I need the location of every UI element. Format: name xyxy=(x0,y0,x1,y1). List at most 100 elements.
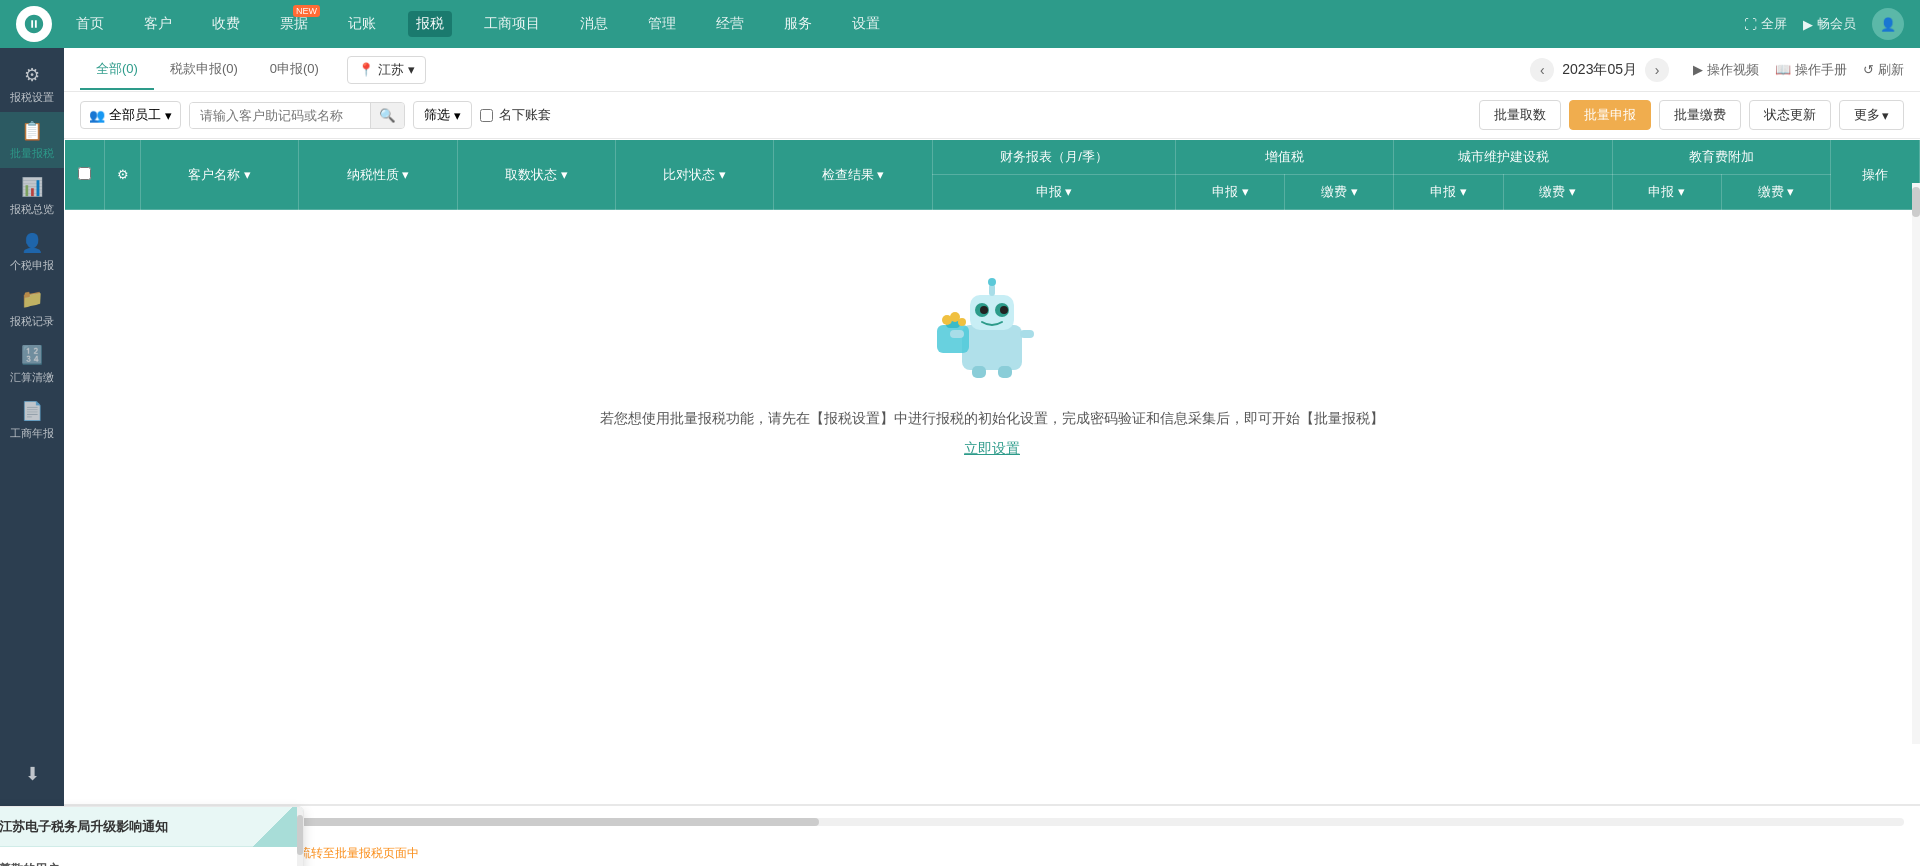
batch-fetch-btn[interactable]: 批量取数 xyxy=(1479,100,1561,130)
col-check-result: 检查结果 ▾ xyxy=(774,140,932,210)
edu-report-filter-icon[interactable]: ▾ xyxy=(1678,184,1685,199)
filter-chevron-icon: ▾ xyxy=(454,108,461,123)
download-icon: ⬇ xyxy=(25,763,40,785)
empty-state: 若您想使用批量报税功能，请先在【报税设置】中进行报税的初始化设置，完成密码验证和… xyxy=(65,210,1920,498)
search-wrapper: 🔍 xyxy=(189,102,405,129)
col-vat: 增值税 xyxy=(1176,140,1394,175)
search-button[interactable]: 🔍 xyxy=(370,103,404,128)
fullscreen-btn[interactable]: ⛶ 全屏 xyxy=(1744,15,1787,33)
city-pay-filter-icon[interactable]: ▾ xyxy=(1569,184,1576,199)
nav-bookkeeping[interactable]: 记账 xyxy=(340,11,384,37)
next-month-btn[interactable]: › xyxy=(1645,58,1669,82)
svg-rect-16 xyxy=(998,366,1012,378)
tax-nature-filter-icon[interactable]: ▾ xyxy=(402,167,409,182)
tab-all[interactable]: 全部(0) xyxy=(80,50,154,90)
horizontal-scrollbar[interactable] xyxy=(96,818,1904,826)
nav-management[interactable]: 管理 xyxy=(640,11,684,37)
nav-tax[interactable]: 报税 xyxy=(408,11,452,37)
notification-greeting: 尊敬的用户: xyxy=(0,859,289,866)
svg-rect-13 xyxy=(950,330,964,338)
edu-pay-filter-icon[interactable]: ▾ xyxy=(1787,184,1794,199)
sidebar-item-tax-settings[interactable]: ⚙ 报税设置 xyxy=(0,56,64,112)
refresh-icon: ↺ xyxy=(1863,62,1874,77)
refresh-link[interactable]: ↺ 刷新 xyxy=(1863,61,1904,79)
member-btn[interactable]: ▶ 畅会员 xyxy=(1803,15,1856,33)
video-icon: ▶ xyxy=(1693,62,1703,77)
sidebar-item-batch-tax[interactable]: 📋 批量报税 xyxy=(0,112,64,168)
vat-report-filter-icon[interactable]: ▾ xyxy=(1242,184,1249,199)
table-scrollbar[interactable] xyxy=(1912,183,1920,744)
svg-rect-0 xyxy=(962,325,1022,370)
tab-zero-declaration[interactable]: 0申报(0) xyxy=(254,50,335,90)
fullscreen-icon: ⛶ xyxy=(1744,17,1757,32)
notification-scrollbar[interactable] xyxy=(297,807,303,866)
nav-invoice[interactable]: 票据 NEW xyxy=(272,11,316,37)
nav-home[interactable]: 首页 xyxy=(68,11,112,37)
filter-icon[interactable]: ▾ xyxy=(244,167,251,182)
region-selector[interactable]: 📍 江苏 ▾ xyxy=(347,56,426,84)
vat-pay-filter-icon[interactable]: ▾ xyxy=(1351,184,1358,199)
notification-scrollbar-thumb xyxy=(297,815,303,855)
prev-month-btn[interactable]: ‹ xyxy=(1530,58,1554,82)
col-city-construction: 城市维护建设税 xyxy=(1394,140,1612,175)
more-btn[interactable]: 更多 ▾ xyxy=(1839,100,1904,130)
operation-manual-link[interactable]: 📖 操作手册 xyxy=(1775,61,1847,79)
content-area: 全部(0) 税款申报(0) 0申报(0) 📍 江苏 ▾ ‹ 2023年05月 ›… xyxy=(64,48,1920,866)
nav-settings[interactable]: 设置 xyxy=(844,11,888,37)
batch-report-btn[interactable]: 批量申报 xyxy=(1569,100,1651,130)
compare-filter-icon[interactable]: ▾ xyxy=(719,167,726,182)
fetch-filter-icon[interactable]: ▾ xyxy=(561,167,568,182)
sidebar-item-tax-overview[interactable]: 📊 报税总览 xyxy=(0,168,64,224)
data-table: ⚙ 客户名称 ▾ 纳税性质 ▾ 取数状态 ▾ xyxy=(64,139,1920,498)
nav-operation[interactable]: 经营 xyxy=(708,11,752,37)
dropdown-icon: ▾ xyxy=(165,108,172,123)
sidebar-item-download[interactable]: ⬇ xyxy=(0,746,64,802)
col-education-surcharge: 教育费附加 xyxy=(1612,140,1830,175)
svg-point-3 xyxy=(980,306,988,314)
nav-fee[interactable]: 收费 xyxy=(204,11,248,37)
sidebar-item-annual-report[interactable]: 📄 工商年报 xyxy=(0,392,64,448)
notification-panel: 江苏电子税务局升级影响通知 ✕ 尊敬的用户: 受当前电子税务局进一步升级的影响，… xyxy=(0,806,304,866)
settings-icon[interactable]: ⚙ xyxy=(117,167,129,182)
svg-rect-15 xyxy=(972,366,986,378)
operation-video-link[interactable]: ▶ 操作视频 xyxy=(1693,61,1759,79)
svg-point-12 xyxy=(958,318,966,326)
col-edu-report: 申报 ▾ xyxy=(1612,175,1721,210)
employee-icon: 👥 xyxy=(89,108,105,123)
col-edu-pay: 缴费 ▾ xyxy=(1721,175,1830,210)
svg-rect-8 xyxy=(937,325,969,353)
search-input[interactable] xyxy=(190,103,370,128)
app-logo[interactable] xyxy=(16,6,52,42)
nav-service[interactable]: 服务 xyxy=(776,11,820,37)
account-set-checkbox-label[interactable]: 名下账套 xyxy=(480,106,551,124)
filter-button[interactable]: 筛选 ▾ xyxy=(413,101,472,129)
tabs-bar: 全部(0) 税款申报(0) 0申报(0) 📍 江苏 ▾ ‹ 2023年05月 ›… xyxy=(64,48,1920,92)
sidebar-item-settlement[interactable]: 🔢 汇算清缴 xyxy=(0,336,64,392)
employee-select[interactable]: 👥 全部员工 ▾ xyxy=(80,101,181,129)
table-scrollbar-thumb xyxy=(1912,187,1920,217)
sidebar-item-tax-records[interactable]: 📁 报税记录 xyxy=(0,280,64,336)
fin-report-filter-icon[interactable]: ▾ xyxy=(1065,184,1072,199)
toolbar: 👥 全部员工 ▾ 🔍 筛选 ▾ 名下账套 批量取数 批量申报 批量缴费 状态更新 xyxy=(64,92,1920,139)
check-filter-icon[interactable]: ▾ xyxy=(877,167,884,182)
tab-tax-declaration[interactable]: 税款申报(0) xyxy=(154,50,254,90)
batch-pay-btn[interactable]: 批量缴费 xyxy=(1659,100,1741,130)
col-checkbox xyxy=(65,140,105,210)
bottom-scrollbar-bar: ‹ xyxy=(64,805,1920,837)
user-avatar[interactable]: 👤 xyxy=(1872,8,1904,40)
col-fetch-status: 取数状态 ▾ xyxy=(457,140,615,210)
col-customer-name: 客户名称 ▾ xyxy=(141,140,299,210)
tax-settings-icon: ⚙ xyxy=(24,64,40,86)
nav-message[interactable]: 消息 xyxy=(572,11,616,37)
nav-menu: 首页 客户 收费 票据 NEW 记账 报税 工商项目 消息 管理 经营 服务 设… xyxy=(68,11,1744,37)
setup-link[interactable]: 立即设置 xyxy=(964,440,1020,458)
tax-records-icon: 📁 xyxy=(21,288,43,310)
status-update-btn[interactable]: 状态更新 xyxy=(1749,100,1831,130)
nav-customer[interactable]: 客户 xyxy=(136,11,180,37)
city-report-filter-icon[interactable]: ▾ xyxy=(1460,184,1467,199)
select-all-checkbox[interactable] xyxy=(78,167,91,180)
sidebar-item-personal-tax[interactable]: 👤 个税申报 xyxy=(0,224,64,280)
nav-bizproject[interactable]: 工商项目 xyxy=(476,11,548,37)
account-set-checkbox[interactable] xyxy=(480,109,493,122)
top-nav-right: ⛶ 全屏 ▶ 畅会员 👤 xyxy=(1744,8,1904,40)
